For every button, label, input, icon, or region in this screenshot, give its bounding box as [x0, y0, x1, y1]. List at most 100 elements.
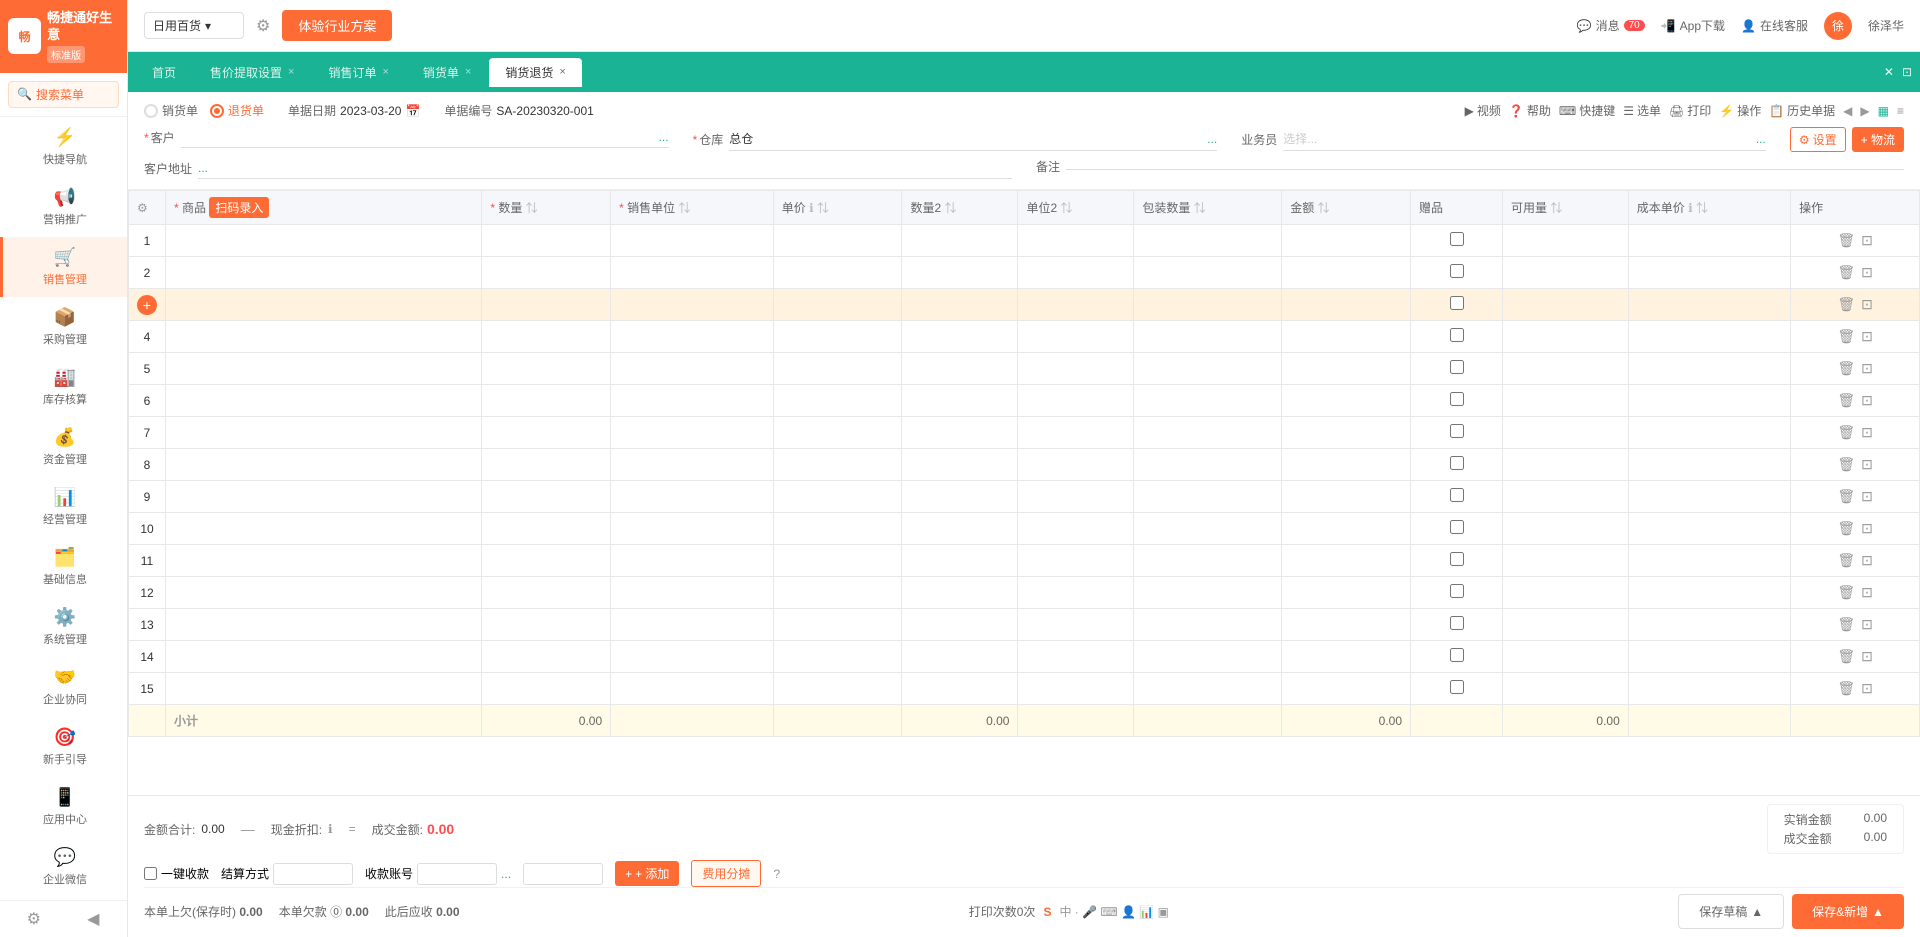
unit2-cell-3[interactable]: [1018, 289, 1134, 321]
unit-cell-1[interactable]: [611, 225, 774, 257]
add-row-button[interactable]: +: [137, 295, 157, 315]
sidebar-item-system[interactable]: ⚙️ 系统管理: [0, 597, 127, 657]
amount-cell-15[interactable]: [1282, 673, 1411, 705]
gift-checkbox-10[interactable]: [1450, 520, 1464, 534]
pkg-cell-3[interactable]: [1134, 289, 1282, 321]
amount-input[interactable]: [523, 863, 603, 885]
cost-cell-10[interactable]: [1628, 513, 1790, 545]
price-cell-1[interactable]: [773, 225, 902, 257]
qty2-cell-14[interactable]: [902, 641, 1018, 673]
delete-row-button-8[interactable]: 🗑: [1837, 456, 1855, 473]
account-dots[interactable]: ...: [501, 867, 511, 881]
delete-row-button-14[interactable]: 🗑: [1837, 648, 1855, 665]
delete-row-button-11[interactable]: 🗑: [1837, 552, 1855, 569]
copy-row-button-13[interactable]: ⊡: [1861, 616, 1873, 633]
radio-return[interactable]: 退货单: [210, 102, 264, 119]
product-cell-11[interactable]: [166, 545, 482, 577]
calendar-icon[interactable]: 📅: [405, 104, 420, 118]
pkg-cell-7[interactable]: [1134, 417, 1282, 449]
qty2-cell-3[interactable]: [902, 289, 1018, 321]
delete-row-button-15[interactable]: 🗑: [1837, 680, 1855, 697]
list-view-icon[interactable]: ≡: [1897, 104, 1904, 118]
gift-checkbox-7[interactable]: [1450, 424, 1464, 438]
gift-checkbox-14[interactable]: [1450, 648, 1464, 662]
qty-cell-10[interactable]: [482, 513, 611, 545]
pkg-cell-15[interactable]: [1134, 673, 1282, 705]
amount-cell-2[interactable]: [1282, 257, 1411, 289]
price-cell-9[interactable]: [773, 481, 902, 513]
unit2-cell-5[interactable]: [1018, 353, 1134, 385]
amount-cell-6[interactable]: [1282, 385, 1411, 417]
unit2-cell-9[interactable]: [1018, 481, 1134, 513]
product-cell-4[interactable]: [166, 321, 482, 353]
payment-checkbox-input[interactable]: [144, 867, 157, 880]
amount-cell-12[interactable]: [1282, 577, 1411, 609]
sidebar-item-basic[interactable]: 🗂️ 基础信息: [0, 537, 127, 597]
available-cell-1[interactable]: [1502, 225, 1628, 257]
price-cell-3[interactable]: [773, 289, 902, 321]
save-draft-button[interactable]: 保存草稿 ▲: [1678, 894, 1784, 929]
unit2-cell-6[interactable]: [1018, 385, 1134, 417]
cost-cell-2[interactable]: [1628, 257, 1790, 289]
price-cell-12[interactable]: [773, 577, 902, 609]
tab-sales-return[interactable]: 销货退货 ×: [489, 58, 581, 87]
nav-next-icon[interactable]: ▶: [1860, 104, 1869, 118]
pkg-cell-4[interactable]: [1134, 321, 1282, 353]
discount-info-icon[interactable]: ℹ: [328, 822, 333, 836]
unit-cell-2[interactable]: [611, 257, 774, 289]
gift-checkbox-9[interactable]: [1450, 488, 1464, 502]
pkg-cell-9[interactable]: [1134, 481, 1282, 513]
cost-cell-12[interactable]: [1628, 577, 1790, 609]
cost-cell-5[interactable]: [1628, 353, 1790, 385]
pkg-cell-13[interactable]: [1134, 609, 1282, 641]
unit2-cell-1[interactable]: [1018, 225, 1134, 257]
copy-row-button-2[interactable]: ⊡: [1861, 264, 1873, 281]
price-cell-10[interactable]: [773, 513, 902, 545]
copy-row-button-7[interactable]: ⊡: [1861, 424, 1873, 441]
gift-checkbox-11[interactable]: [1450, 552, 1464, 566]
tab-home[interactable]: 首页: [136, 58, 192, 87]
cost-cell-3[interactable]: [1628, 289, 1790, 321]
toolbar-shortcut[interactable]: ⌨ 快捷键: [1559, 102, 1615, 119]
available-cell-10[interactable]: [1502, 513, 1628, 545]
toolbar-help[interactable]: ❓ 帮助: [1509, 102, 1551, 119]
delete-row-button-7[interactable]: 🗑: [1837, 424, 1855, 441]
fee-help-icon[interactable]: ?: [773, 867, 780, 881]
date-value[interactable]: 2023-03-20: [340, 104, 401, 118]
unit-cell-10[interactable]: [611, 513, 774, 545]
product-cell-8[interactable]: [166, 449, 482, 481]
sidebar-item-shortcuts[interactable]: ⚡ 快捷导航: [0, 117, 127, 177]
delete-row-button-6[interactable]: 🗑: [1837, 392, 1855, 409]
available-cell-12[interactable]: [1502, 577, 1628, 609]
qty-cell-5[interactable]: [482, 353, 611, 385]
qty-cell-7[interactable]: [482, 417, 611, 449]
price-cell-14[interactable]: [773, 641, 902, 673]
unit-cell-6[interactable]: [611, 385, 774, 417]
close-tab-icon[interactable]: ✕: [1884, 65, 1894, 79]
qty2-cell-5[interactable]: [902, 353, 1018, 385]
gift-checkbox-15[interactable]: [1450, 680, 1464, 694]
app-download-button[interactable]: 📲 App下载: [1661, 17, 1725, 34]
amount-cell-4[interactable]: [1282, 321, 1411, 353]
save-new-button[interactable]: 保存&新增 ▲: [1792, 894, 1904, 929]
add-payment-button[interactable]: + + 添加: [615, 861, 679, 886]
qty-cell-1[interactable]: [482, 225, 611, 257]
messages-button[interactable]: 💬 消息 70: [1577, 17, 1645, 34]
qty-cell-15[interactable]: [482, 673, 611, 705]
copy-row-button-6[interactable]: ⊡: [1861, 392, 1873, 409]
delete-row-button-3[interactable]: 🗑: [1837, 296, 1855, 313]
tab-sales-order[interactable]: 销售订单 ×: [312, 58, 404, 87]
delete-row-button-1[interactable]: 🗑: [1837, 232, 1855, 249]
remark-input[interactable]: [1066, 163, 1904, 170]
delete-row-button-9[interactable]: 🗑: [1837, 488, 1855, 505]
restore-window-icon[interactable]: ⊡: [1902, 65, 1912, 79]
qty2-cell-8[interactable]: [902, 449, 1018, 481]
cost-cell-4[interactable]: [1628, 321, 1790, 353]
unit2-cell-12[interactable]: [1018, 577, 1134, 609]
qty-cell-14[interactable]: [482, 641, 611, 673]
product-cell-13[interactable]: [166, 609, 482, 641]
copy-row-button-12[interactable]: ⊡: [1861, 584, 1873, 601]
available-cell-15[interactable]: [1502, 673, 1628, 705]
gift-checkbox-1[interactable]: [1450, 232, 1464, 246]
pkg-cell-6[interactable]: [1134, 385, 1282, 417]
